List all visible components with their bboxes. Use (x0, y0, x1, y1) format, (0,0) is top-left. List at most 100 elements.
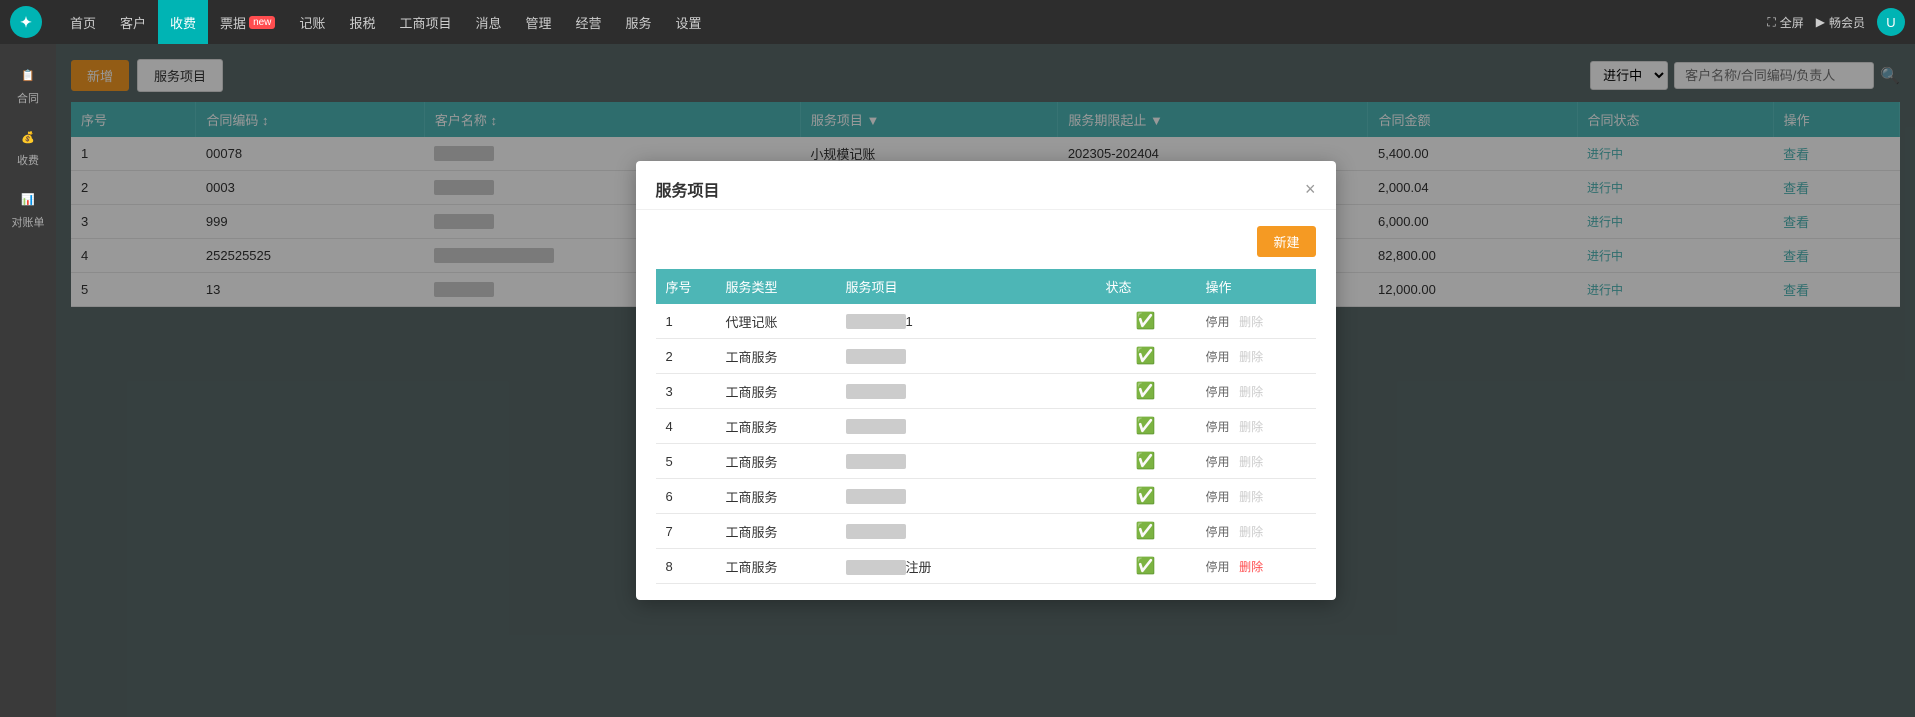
modal-cell-seq: 3 (656, 374, 716, 409)
modal-cell-seq: 6 (656, 479, 716, 514)
status-check-icon: ✅ (1136, 348, 1156, 365)
modal-cell-status: ✅ (1096, 444, 1196, 479)
fullscreen-button[interactable]: ⛶ 全屏 (1767, 14, 1803, 31)
modal-table-row: 7 工商服务 ✅ 停用 删除 (656, 514, 1316, 549)
modal-col-status: 状态 (1096, 269, 1196, 304)
modal-cell-status: ✅ (1096, 339, 1196, 374)
modal-cell-item (836, 479, 1096, 514)
modal-overlay: 服务项目 × 新建 序号 服务类型 服务项目 (56, 44, 1915, 717)
modal-cell-action[interactable]: 停用 删除 (1196, 514, 1316, 549)
nav-settings[interactable]: 设置 (664, 0, 714, 44)
status-check-icon: ✅ (1136, 383, 1156, 400)
nav-message[interactable]: 消息 (463, 0, 513, 44)
modal-table-row: 1 代理记账 1 ✅ 停用 删除 (656, 304, 1316, 339)
status-check-icon: ✅ (1136, 418, 1156, 435)
modal-col-type: 服务类型 (716, 269, 836, 304)
modal-cell-seq: 2 (656, 339, 716, 374)
delete-button-disabled: 删除 (1239, 313, 1263, 330)
modal-cell-type: 工商服务 (716, 479, 836, 514)
status-check-icon: ✅ (1136, 558, 1156, 575)
member-button[interactable]: ▶ 畅会员 (1816, 14, 1865, 31)
sidebar-item-reconciliation[interactable]: 📊 对账单 (0, 178, 56, 240)
modal-cell-status: ✅ (1096, 549, 1196, 584)
delete-button-disabled: 删除 (1239, 383, 1263, 400)
status-check-icon: ✅ (1136, 523, 1156, 540)
sidebar-item-contract[interactable]: 📋 合同 (0, 54, 56, 116)
avatar[interactable]: U (1877, 8, 1905, 36)
delete-button-disabled: 删除 (1239, 488, 1263, 505)
modal-table-row: 6 工商服务 ✅ 停用 删除 (656, 479, 1316, 514)
stop-button[interactable]: 停用 (1206, 313, 1230, 330)
nav-bookkeeping[interactable]: 记账 (287, 0, 337, 44)
modal-cell-seq: 4 (656, 409, 716, 444)
stop-button[interactable]: 停用 (1206, 383, 1230, 400)
modal-cell-status: ✅ (1096, 374, 1196, 409)
stop-button[interactable]: 停用 (1206, 488, 1230, 505)
fee-icon: 💰 (17, 126, 39, 148)
modal-cell-action[interactable]: 停用 删除 (1196, 409, 1316, 444)
modal-table-row: 4 工商服务 ✅ 停用 删除 (656, 409, 1316, 444)
modal-table-row: 2 工商服务 ✅ 停用 删除 (656, 339, 1316, 374)
fullscreen-icon: ⛶ (1767, 15, 1775, 30)
status-check-icon: ✅ (1136, 453, 1156, 470)
modal-cell-type: 工商服务 (716, 374, 836, 409)
modal-table-wrap[interactable]: 序号 服务类型 服务项目 状态 操作 1 代理记账 1 ✅ 停用 删除 (656, 269, 1316, 584)
modal-cell-seq: 8 (656, 549, 716, 584)
nav-tax[interactable]: 报税 (337, 0, 387, 44)
modal-cell-status: ✅ (1096, 479, 1196, 514)
modal-cell-item (836, 374, 1096, 409)
modal-title: 服务项目 (656, 177, 720, 201)
status-check-icon: ✅ (1136, 313, 1156, 330)
top-navigation: ✦ 首页 客户 收费 票据 new 记账 报税 工商项目 消息 管理 经营 服务… (0, 0, 1915, 44)
modal-table-row: 8 工商服务 注册 ✅ 停用 删除 (656, 549, 1316, 584)
modal-cell-action[interactable]: 停用 删除 (1196, 339, 1316, 374)
nav-customer[interactable]: 客户 (108, 0, 158, 44)
nav-home[interactable]: 首页 (58, 0, 108, 44)
nav-service[interactable]: 服务 (614, 0, 664, 44)
service-modal: 服务项目 × 新建 序号 服务类型 服务项目 (636, 161, 1336, 600)
modal-cell-item: 注册 (836, 549, 1096, 584)
nav-commerce[interactable]: 工商项目 (387, 0, 463, 44)
content-area: 新增 服务项目 进行中 全部 已终止 🔍 序号 合同编码 ↕ 客户名称 ↕ 服务… (56, 44, 1915, 717)
nav-operation[interactable]: 经营 (564, 0, 614, 44)
stop-button[interactable]: 停用 (1206, 453, 1230, 470)
modal-table: 序号 服务类型 服务项目 状态 操作 1 代理记账 1 ✅ 停用 删除 (656, 269, 1316, 584)
sidebar-item-fee[interactable]: 💰 收费 (0, 116, 56, 178)
modal-cell-action[interactable]: 停用 删除 (1196, 479, 1316, 514)
modal-cell-action[interactable]: 停用 删除 (1196, 374, 1316, 409)
modal-cell-type: 工商服务 (716, 444, 836, 479)
delete-button[interactable]: 删除 (1239, 558, 1263, 575)
stop-button[interactable]: 停用 (1206, 348, 1230, 365)
modal-new-button[interactable]: 新建 (1257, 226, 1315, 257)
delete-button-disabled: 删除 (1239, 418, 1263, 435)
left-sidebar: 📋 合同 💰 收费 📊 对账单 (0, 44, 56, 717)
modal-col-action: 操作 (1196, 269, 1316, 304)
member-icon: ▶ (1816, 15, 1825, 29)
contract-icon: 📋 (17, 64, 39, 86)
stop-button[interactable]: 停用 (1206, 523, 1230, 540)
modal-cell-item: 1 (836, 304, 1096, 339)
modal-cell-action[interactable]: 停用 删除 (1196, 304, 1316, 339)
modal-close-button[interactable]: × (1305, 179, 1316, 200)
modal-cell-action[interactable]: 停用 删除 (1196, 549, 1316, 584)
modal-cell-type: 工商服务 (716, 514, 836, 549)
stop-button[interactable]: 停用 (1206, 558, 1230, 575)
modal-cell-type: 工商服务 (716, 549, 836, 584)
modal-cell-seq: 7 (656, 514, 716, 549)
main-layout: 📋 合同 💰 收费 📊 对账单 新增 服务项目 进行中 全部 已终止 🔍 (0, 44, 1915, 717)
nav-fee[interactable]: 收费 (158, 0, 208, 44)
modal-cell-seq: 5 (656, 444, 716, 479)
delete-button-disabled: 删除 (1239, 523, 1263, 540)
nav-manage[interactable]: 管理 (513, 0, 563, 44)
nav-right: ⛶ 全屏 ▶ 畅会员 U (1767, 8, 1905, 36)
nav-invoice[interactable]: 票据 new (208, 0, 287, 44)
stop-button[interactable]: 停用 (1206, 418, 1230, 435)
modal-cell-seq: 1 (656, 304, 716, 339)
modal-toolbar: 新建 (656, 226, 1316, 257)
modal-col-seq: 序号 (656, 269, 716, 304)
modal-table-row: 3 工商服务 ✅ 停用 删除 (656, 374, 1316, 409)
modal-cell-status: ✅ (1096, 304, 1196, 339)
modal-cell-type: 工商服务 (716, 339, 836, 374)
modal-cell-item (836, 514, 1096, 549)
modal-cell-action[interactable]: 停用 删除 (1196, 444, 1316, 479)
